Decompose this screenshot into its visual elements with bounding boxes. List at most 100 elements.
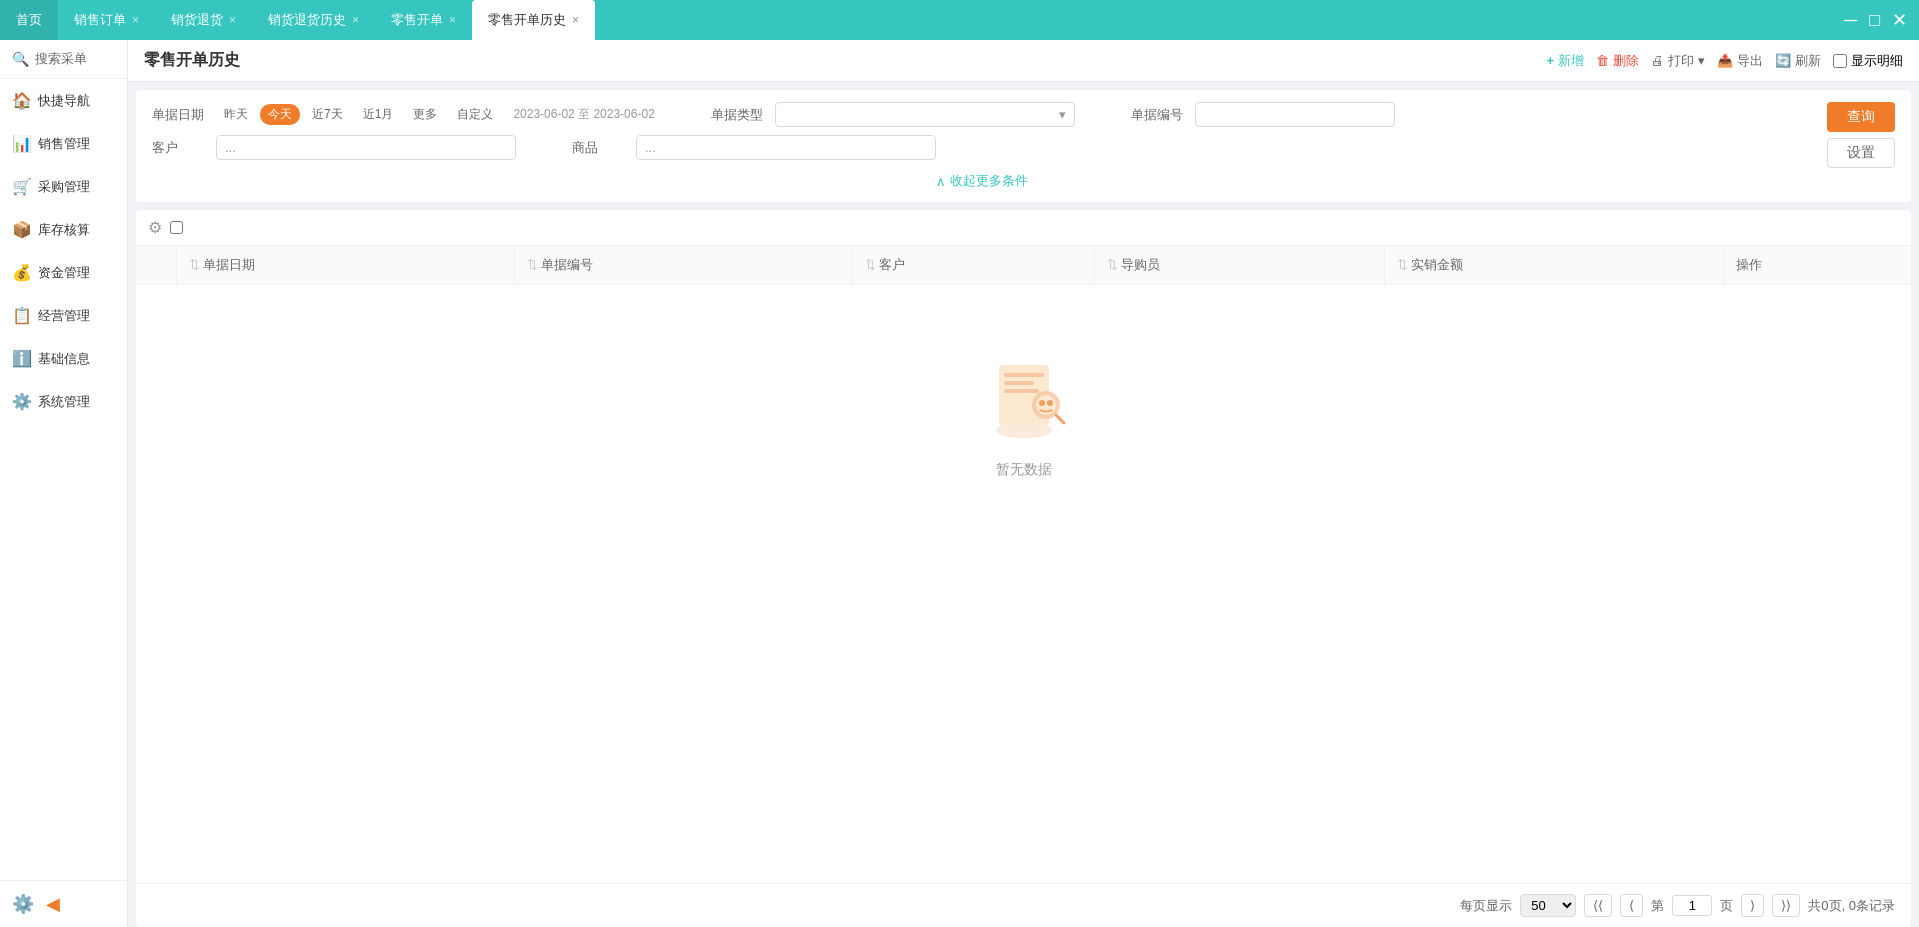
filter-row-2: 客户 ... 商品 ... [152,135,1811,160]
export-icon: 📤 [1717,53,1733,68]
nav-tabs: 首页销售订单×销货退货×销货退货历史×零售开单×零售开单历史× [0,0,1832,40]
export-button[interactable]: 📤 导出 [1717,52,1763,70]
collapse-sidebar-icon[interactable]: ◀ [46,893,60,915]
date-label: 单据日期 [152,106,208,124]
delete-button[interactable]: 🗑 删除 [1596,52,1639,70]
th-5: 操作 [1723,246,1911,285]
th-2[interactable]: ⇅客户 [853,246,1095,285]
last-page-btn[interactable]: ⟩⟩ [1772,894,1800,917]
add-button[interactable]: + 新增 [1546,52,1584,70]
nav-tab-close-4[interactable]: × [449,13,456,27]
sidebar-item-3[interactable]: 📦库存核算 [0,208,127,251]
settings-button[interactable]: 设置 [1827,138,1895,168]
page-size-select[interactable]: 50 10 20 100 [1520,894,1576,917]
svg-rect-3 [1004,381,1034,385]
content-area: 零售开单历史 + 新增 🗑 删除 🖨 打印 ▾ 📤 导出 [128,40,1919,927]
sidebar-item-2[interactable]: 🛒采购管理 [0,165,127,208]
query-button[interactable]: 查询 [1827,102,1895,132]
sidebar-item-icon-2: 🛒 [12,177,30,196]
settings-bottom-icon[interactable]: ⚙️ [12,893,34,915]
nav-tab-2[interactable]: 销货退货 × [155,0,252,40]
show-detail-checkbox[interactable]: 显示明细 [1833,52,1903,70]
date-btn-5[interactable]: 自定义 [449,104,501,125]
table-toolbar: ⚙ [136,210,1911,246]
svg-line-7 [1056,415,1064,423]
col-sort-icon-3: ⇅ [1107,257,1118,272]
page-input[interactable] [1672,895,1712,916]
refresh-button[interactable]: 🔄 刷新 [1775,52,1821,70]
sidebar-item-0[interactable]: 🏠快捷导航 [0,79,127,122]
nav-tab-4[interactable]: 零售开单× [375,0,472,40]
query-settings-col: 查询 设置 [1811,102,1895,168]
page-title: 零售开单历史 [144,50,240,71]
date-btn-0[interactable]: 昨天 [216,104,256,125]
nav-tab-label-5: 零售开单历史 [488,11,566,29]
pagination: 每页显示 50 10 20 100 ⟨⟨ ⟨ 第 页 ⟩ ⟩⟩ 共0页, 0条记… [136,883,1911,927]
page-header: 零售开单历史 + 新增 🗑 删除 🖨 打印 ▾ 📤 导出 [128,40,1919,82]
sidebar-item-label-6: 基础信息 [38,350,90,368]
svg-rect-4 [1004,389,1039,393]
sidebar-item-4[interactable]: 💰资金管理 [0,251,127,294]
collapse-row[interactable]: ∧ 收起更多条件 [152,168,1811,190]
nav-tab-close-2[interactable]: × [229,13,236,27]
page-label: 第 [1651,897,1664,915]
nav-tab-0[interactable]: 首页 [0,0,58,40]
date-btn-3[interactable]: 近1月 [355,104,402,125]
print-button[interactable]: 🖨 打印 ▾ [1651,52,1705,70]
date-btn-4[interactable]: 更多 [405,104,445,125]
col-sort-icon-1: ⇅ [527,257,538,272]
date-btn-1[interactable]: 今天 [260,104,300,125]
date-btn-2[interactable]: 近7天 [304,104,351,125]
number-label: 单据编号 [1131,106,1187,124]
sidebar-item-icon-6: ℹ️ [12,349,30,368]
svg-point-9 [1047,400,1053,406]
nav-tab-label-2: 销货退货 [171,11,223,29]
next-page-btn[interactable]: ⟩ [1741,894,1764,917]
nav-tab-close-1[interactable]: × [132,13,139,27]
sidebar-search-label: 搜索采单 [35,50,87,68]
select-all-checkbox[interactable] [170,221,183,234]
th-4[interactable]: ⇅实销金额 [1385,246,1723,285]
show-detail-input[interactable] [1833,54,1847,68]
svg-rect-2 [1004,373,1044,377]
type-label: 单据类型 [711,106,767,124]
add-icon: + [1546,53,1554,68]
sidebar-item-5[interactable]: 📋经营管理 [0,294,127,337]
nav-tab-close-5[interactable]: × [572,13,579,27]
goods-select[interactable]: ... [636,135,936,160]
goods-placeholder: ... [645,140,656,155]
sidebar-item-7[interactable]: ⚙️系统管理 [0,380,127,423]
type-select[interactable]: ▾ [775,102,1075,127]
sidebar-item-1[interactable]: 📊销售管理 [0,122,127,165]
delete-label: 删除 [1613,52,1639,70]
sidebar-item-6[interactable]: ℹ️ 基础信息 [0,337,127,380]
sidebar-item-icon-3: 📦 [12,220,30,239]
print-icon: 🖨 [1651,53,1664,68]
maximize-btn[interactable]: □ [1869,10,1880,31]
minimize-btn[interactable]: ─ [1844,10,1857,31]
th-1[interactable]: ⇅单据编号 [514,246,852,285]
first-page-btn[interactable]: ⟨⟨ [1584,894,1612,917]
refresh-icon: 🔄 [1775,53,1791,68]
th-3[interactable]: ⇅导购员 [1095,246,1385,285]
filter-main-row: 单据日期 昨天今天近7天近1月更多自定义 2023-06-02 至 2023-0… [152,102,1895,190]
nav-tab-1[interactable]: 销售订单× [58,0,155,40]
nav-tab-5[interactable]: 零售开单历史 × [472,0,595,40]
th-select [136,246,176,285]
column-settings-icon[interactable]: ⚙ [148,218,162,237]
sidebar-search[interactable]: 🔍 搜索采单 [0,40,127,79]
customer-placeholder: ... [225,140,236,155]
customer-select[interactable]: ... [216,135,516,160]
empty-state-icon [974,345,1074,445]
close-window-btn[interactable]: ✕ [1892,9,1907,31]
page-actions: + 新增 🗑 删除 🖨 打印 ▾ 📤 导出 🔄 [1546,52,1903,70]
refresh-label: 刷新 [1795,52,1821,70]
th-0[interactable]: ⇅单据日期 [176,246,514,285]
prev-page-btn[interactable]: ⟨ [1620,894,1643,917]
number-input[interactable] [1195,102,1395,127]
nav-tab-close-3[interactable]: × [352,13,359,27]
sidebar-item-label-7: 系统管理 [38,393,90,411]
top-nav: 首页销售订单×销货退货×销货退货历史×零售开单×零售开单历史× ─ □ ✕ [0,0,1919,40]
goods-label: 商品 [572,139,628,157]
nav-tab-3[interactable]: 销货退货历史× [252,0,375,40]
